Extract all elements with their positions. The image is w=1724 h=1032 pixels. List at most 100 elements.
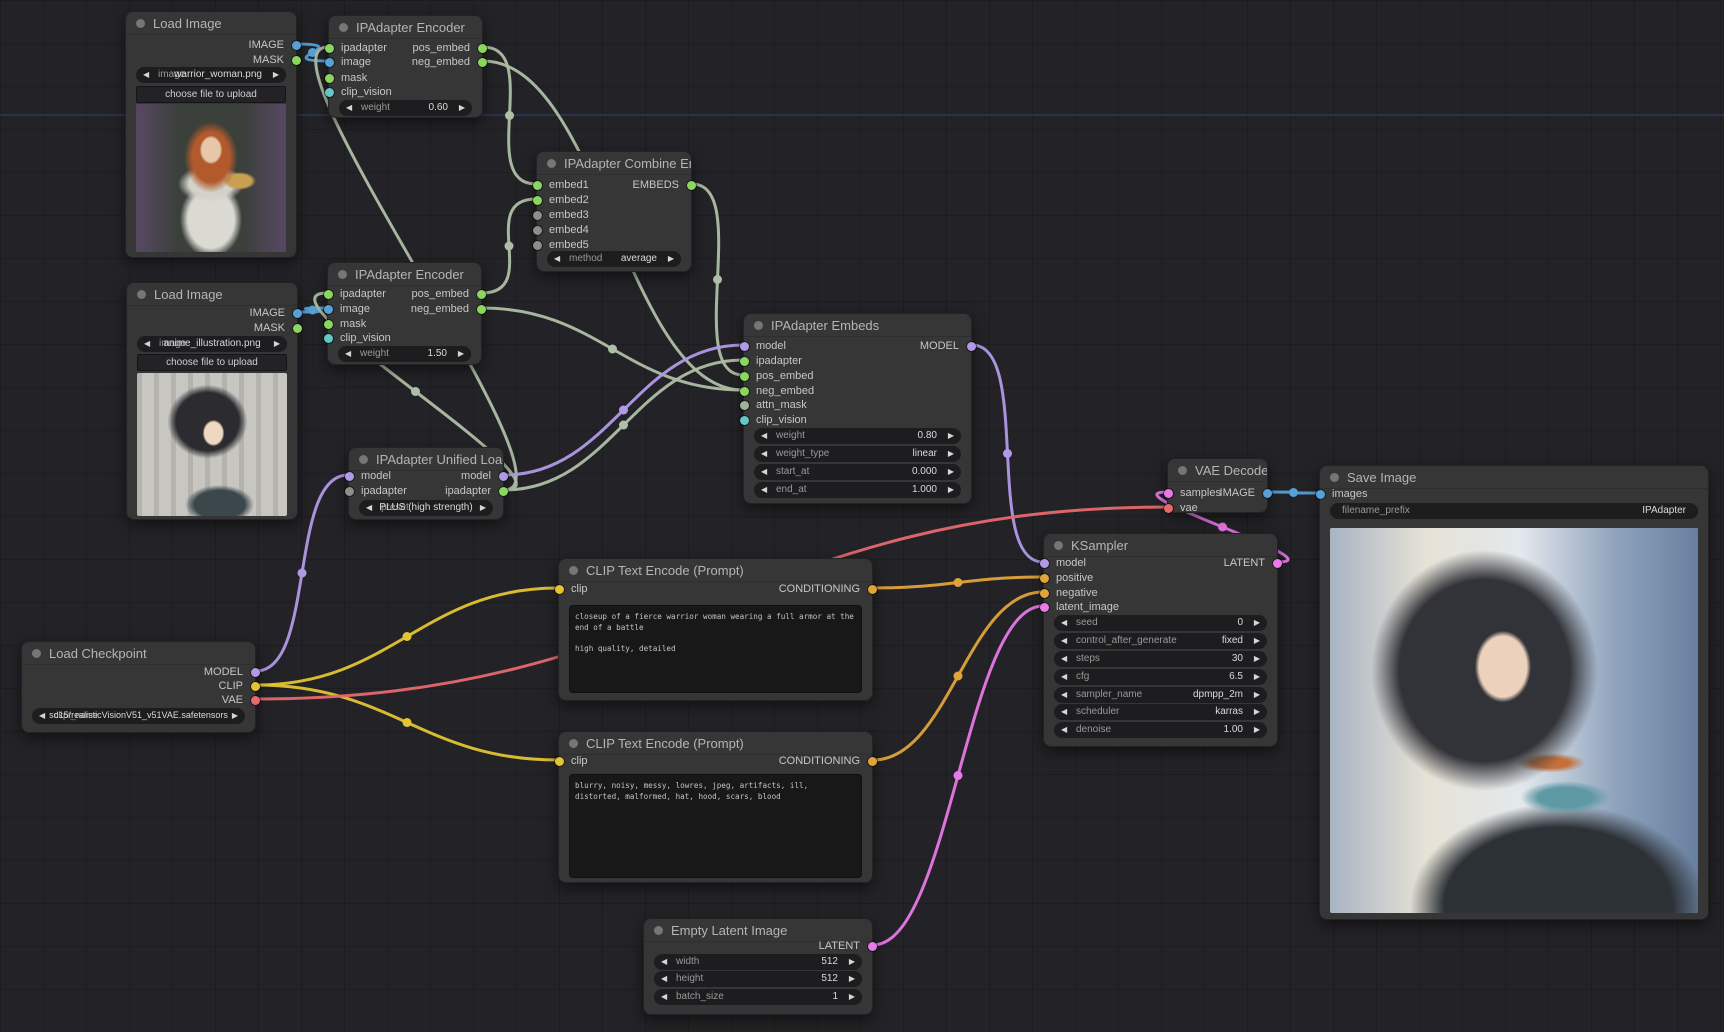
batch_size-widget[interactable]: ◀batch_size1▶ bbox=[654, 989, 862, 1005]
wire-midpoint-dot[interactable] bbox=[1003, 449, 1012, 458]
image-widget[interactable]: ◀imagewarrior_woman.png▶ bbox=[136, 67, 286, 83]
output-dot-icon[interactable] bbox=[868, 757, 877, 766]
input-dot-icon[interactable] bbox=[1040, 574, 1049, 583]
collapse-dot-icon[interactable] bbox=[754, 321, 763, 330]
wire-midpoint-dot[interactable] bbox=[403, 632, 412, 641]
increment-arrow-icon[interactable]: ▶ bbox=[948, 486, 954, 494]
output-dot-icon[interactable] bbox=[499, 487, 508, 496]
collapse-dot-icon[interactable] bbox=[137, 290, 146, 299]
node-title-bar[interactable]: IPAdapter Embeds bbox=[744, 314, 971, 337]
MODEL-output-slot[interactable]: MODEL bbox=[22, 665, 255, 679]
decrement-arrow-icon[interactable]: ◀ bbox=[761, 468, 767, 476]
output-dot-icon[interactable] bbox=[251, 696, 260, 705]
neg_embed-input-slot[interactable]: neg_embed bbox=[744, 384, 971, 398]
node-ksampler[interactable]: KSamplermodelpositivenegativelatent_imag… bbox=[1043, 533, 1278, 747]
collapse-dot-icon[interactable] bbox=[136, 19, 145, 28]
decrement-arrow-icon[interactable]: ◀ bbox=[1061, 655, 1067, 663]
input-dot-icon[interactable] bbox=[740, 372, 749, 381]
increment-arrow-icon[interactable]: ▶ bbox=[1254, 619, 1260, 627]
decrement-arrow-icon[interactable]: ◀ bbox=[143, 71, 149, 79]
increment-arrow-icon[interactable]: ▶ bbox=[1254, 655, 1260, 663]
IMAGE-output-slot[interactable]: IMAGE bbox=[127, 306, 297, 320]
input-dot-icon[interactable] bbox=[325, 74, 334, 83]
node-load-checkpoint[interactable]: Load CheckpointMODELCLIPVAE◀ckpt_namesd1… bbox=[21, 641, 256, 733]
collapse-dot-icon[interactable] bbox=[1330, 473, 1339, 482]
node-load-image-1[interactable]: Load ImageIMAGEMASK◀imagewarrior_woman.p… bbox=[125, 11, 297, 258]
input-dot-icon[interactable] bbox=[1164, 504, 1173, 513]
node-title-bar[interactable]: IPAdapter Combine Embeds bbox=[537, 152, 691, 175]
increment-arrow-icon[interactable]: ▶ bbox=[948, 450, 954, 458]
output-dot-icon[interactable] bbox=[478, 44, 487, 53]
input-dot-icon[interactable] bbox=[1316, 490, 1325, 499]
wire-midpoint-dot[interactable] bbox=[954, 672, 963, 681]
output-dot-icon[interactable] bbox=[293, 309, 302, 318]
increment-arrow-icon[interactable]: ▶ bbox=[480, 504, 486, 512]
wire-midpoint-dot[interactable] bbox=[954, 771, 963, 780]
wire-midpoint-dot[interactable] bbox=[954, 578, 963, 587]
increment-arrow-icon[interactable]: ▶ bbox=[459, 104, 465, 112]
neg_embed-output-slot[interactable]: neg_embed bbox=[329, 55, 482, 69]
LATENT-output-slot[interactable]: LATENT bbox=[644, 939, 872, 953]
images-input-slot[interactable]: images bbox=[1320, 487, 1708, 501]
negative-input-slot[interactable]: negative bbox=[1044, 586, 1277, 600]
mask-input-slot[interactable]: mask bbox=[329, 71, 482, 85]
increment-arrow-icon[interactable]: ▶ bbox=[458, 350, 464, 358]
increment-arrow-icon[interactable]: ▶ bbox=[1254, 708, 1260, 716]
mask-input-slot[interactable]: mask bbox=[328, 317, 481, 331]
CLIP-output-slot[interactable]: CLIP bbox=[22, 679, 255, 693]
method-widget[interactable]: ◀methodaverage▶ bbox=[547, 251, 681, 267]
clip_vision-input-slot[interactable]: clip_vision bbox=[744, 413, 971, 427]
decrement-arrow-icon[interactable]: ◀ bbox=[1061, 708, 1067, 716]
end_at-widget[interactable]: ◀end_at1.000▶ bbox=[754, 482, 961, 498]
node-load-image-2[interactable]: Load ImageIMAGEMASK◀imageanime_illustrat… bbox=[126, 282, 298, 520]
input-dot-icon[interactable] bbox=[1040, 589, 1049, 598]
decrement-arrow-icon[interactable]: ◀ bbox=[554, 255, 560, 263]
ipadapter-input-slot[interactable]: ipadapter bbox=[744, 354, 971, 368]
prompt-textarea[interactable]: blurry, noisy, messy, lowres, jpeg, arti… bbox=[569, 774, 862, 878]
input-dot-icon[interactable] bbox=[740, 357, 749, 366]
decrement-arrow-icon[interactable]: ◀ bbox=[1061, 673, 1067, 681]
increment-arrow-icon[interactable]: ▶ bbox=[948, 432, 954, 440]
wire-midpoint-dot[interactable] bbox=[505, 242, 514, 251]
collapse-dot-icon[interactable] bbox=[32, 649, 41, 658]
steps-widget[interactable]: ◀steps30▶ bbox=[1054, 651, 1267, 667]
upload-button[interactable]: choose file to upload bbox=[136, 86, 286, 103]
decrement-arrow-icon[interactable]: ◀ bbox=[761, 450, 767, 458]
MODEL-output-slot[interactable]: MODEL bbox=[744, 339, 971, 353]
collapse-dot-icon[interactable] bbox=[338, 270, 347, 279]
node-ipadapter-encoder-2[interactable]: IPAdapter Encoderipadapterimagemaskclip_… bbox=[327, 262, 482, 365]
input-dot-icon[interactable] bbox=[740, 416, 749, 425]
output-dot-icon[interactable] bbox=[478, 58, 487, 67]
wire-midpoint-dot[interactable] bbox=[308, 306, 317, 315]
node-title-bar[interactable]: CLIP Text Encode (Prompt) bbox=[559, 732, 872, 755]
IMAGE-output-slot[interactable]: IMAGE bbox=[1168, 486, 1267, 500]
node-title-bar[interactable]: Load Image bbox=[126, 12, 296, 35]
wire-midpoint-dot[interactable] bbox=[713, 275, 722, 284]
VAE-output-slot[interactable]: VAE bbox=[22, 693, 255, 707]
weight-widget[interactable]: ◀weight0.80▶ bbox=[754, 428, 961, 444]
output-dot-icon[interactable] bbox=[477, 290, 486, 299]
node-vae-decode[interactable]: VAE DecodesamplesvaeIMAGE bbox=[1167, 458, 1268, 513]
increment-arrow-icon[interactable]: ▶ bbox=[849, 975, 855, 983]
increment-arrow-icon[interactable]: ▶ bbox=[1254, 673, 1260, 681]
decrement-arrow-icon[interactable]: ◀ bbox=[761, 486, 767, 494]
sampler_name-widget[interactable]: ◀sampler_namedpmpp_2m▶ bbox=[1054, 687, 1267, 703]
node-clip-text-encode-positive[interactable]: CLIP Text Encode (Prompt)clipCONDITIONIN… bbox=[558, 558, 873, 701]
wire-midpoint-dot[interactable] bbox=[411, 387, 420, 396]
increment-arrow-icon[interactable]: ▶ bbox=[1254, 637, 1260, 645]
input-dot-icon[interactable] bbox=[533, 241, 542, 250]
MASK-output-slot[interactable]: MASK bbox=[126, 53, 296, 67]
wire-midpoint-dot[interactable] bbox=[619, 421, 628, 430]
input-dot-icon[interactable] bbox=[533, 196, 542, 205]
collapse-dot-icon[interactable] bbox=[654, 926, 663, 935]
output-dot-icon[interactable] bbox=[1263, 489, 1272, 498]
wire-midpoint-dot[interactable] bbox=[403, 718, 412, 727]
collapse-dot-icon[interactable] bbox=[359, 455, 368, 464]
increment-arrow-icon[interactable]: ▶ bbox=[1254, 726, 1260, 734]
wire-midpoint-dot[interactable] bbox=[608, 345, 617, 354]
increment-arrow-icon[interactable]: ▶ bbox=[274, 340, 280, 348]
height-widget[interactable]: ◀height512▶ bbox=[654, 971, 862, 987]
increment-arrow-icon[interactable]: ▶ bbox=[273, 71, 279, 79]
node-clip-text-encode-negative[interactable]: CLIP Text Encode (Prompt)clipCONDITIONIN… bbox=[558, 731, 873, 883]
embed5-input-slot[interactable]: embed5 bbox=[537, 238, 691, 252]
